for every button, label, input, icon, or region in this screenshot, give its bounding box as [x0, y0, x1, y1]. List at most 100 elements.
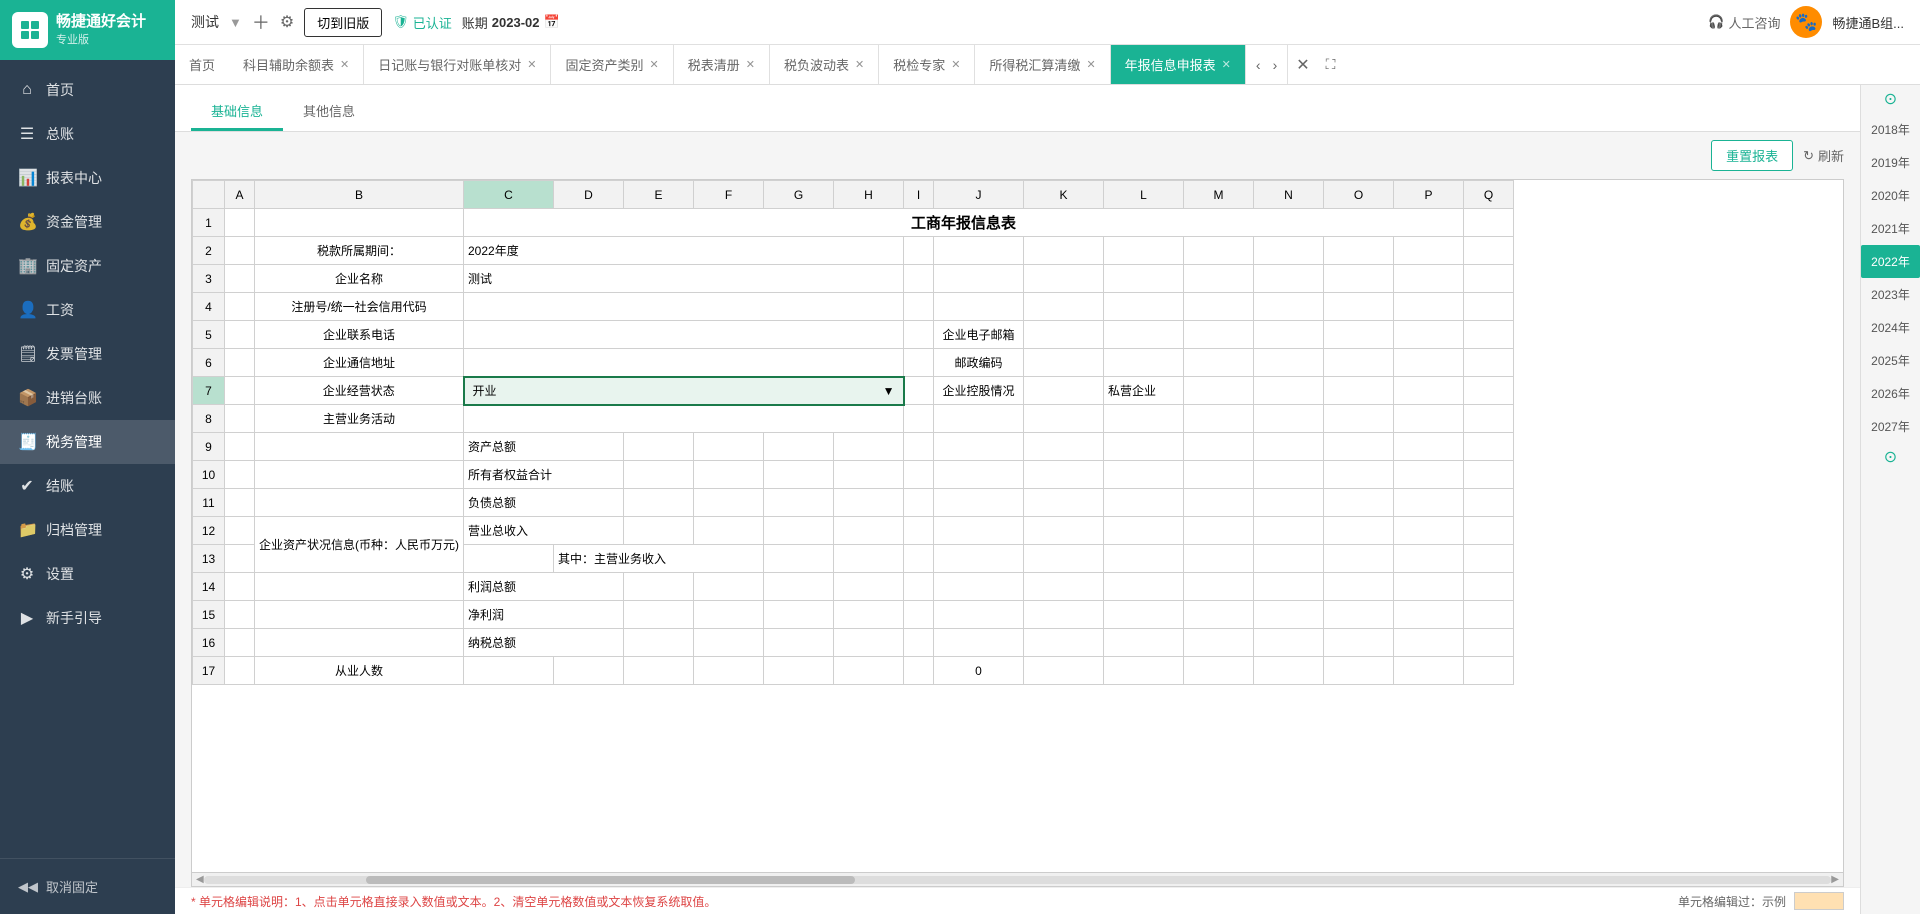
cell-9-N[interactable]: [1254, 433, 1324, 461]
cell-10-C[interactable]: 所有者权益合计: [464, 461, 624, 489]
year-scroll-up-btn[interactable]: ⊙: [1880, 85, 1901, 113]
col-header-L[interactable]: L: [1104, 181, 1184, 209]
cell-3-M[interactable]: [1184, 265, 1254, 293]
col-header-D[interactable]: D: [554, 181, 624, 209]
cell-10-B[interactable]: [255, 461, 464, 489]
cell-9-F[interactable]: [694, 433, 764, 461]
cell-8-B[interactable]: 主营业务活动: [255, 405, 464, 433]
cell-17-A[interactable]: [225, 657, 255, 685]
cell-11-H[interactable]: [834, 489, 904, 517]
cell-15-I[interactable]: [904, 601, 934, 629]
cell-1-B[interactable]: [255, 209, 464, 237]
topbar-settings-icon[interactable]: ⚙: [280, 12, 294, 32]
cell-5-N[interactable]: [1254, 321, 1324, 349]
cell-13-L[interactable]: [1104, 545, 1184, 573]
cell-14-L[interactable]: [1104, 573, 1184, 601]
col-header-O[interactable]: O: [1324, 181, 1394, 209]
cell-17-H[interactable]: [834, 657, 904, 685]
tab-prev-btn[interactable]: ‹: [1252, 55, 1265, 75]
cell-6-J[interactable]: 邮政编码: [934, 349, 1024, 377]
cell-10-K[interactable]: [1024, 461, 1104, 489]
cell-13-N[interactable]: [1254, 545, 1324, 573]
cell-15-A[interactable]: [225, 601, 255, 629]
tab-close-tax-table[interactable]: ✕: [746, 58, 755, 71]
year-btn-2026[interactable]: 2026年: [1861, 377, 1920, 410]
cell-15-O[interactable]: [1324, 601, 1394, 629]
cell-11-G[interactable]: [764, 489, 834, 517]
dropdown-arrow-icon[interactable]: ▼: [883, 384, 895, 398]
cell-15-F[interactable]: [694, 601, 764, 629]
cell-11-O[interactable]: [1324, 489, 1394, 517]
cell-4-J[interactable]: [934, 293, 1024, 321]
cell-16-P[interactable]: [1394, 629, 1464, 657]
cell-3-P[interactable]: [1394, 265, 1464, 293]
cell-5-O[interactable]: [1324, 321, 1394, 349]
cell-3-Q[interactable]: [1464, 265, 1514, 293]
cell-2-J[interactable]: [934, 237, 1024, 265]
cell-7-O[interactable]: [1324, 377, 1394, 405]
cell-2-A[interactable]: [225, 237, 255, 265]
cell-14-O[interactable]: [1324, 573, 1394, 601]
cell-10-J[interactable]: [934, 461, 1024, 489]
cell-3-I[interactable]: [904, 265, 934, 293]
cell-8-A[interactable]: [225, 405, 255, 433]
cell-13-G[interactable]: [764, 545, 834, 573]
cell-16-L[interactable]: [1104, 629, 1184, 657]
cell-10-A[interactable]: [225, 461, 255, 489]
cell-12-G[interactable]: [764, 517, 834, 545]
sheet-scroll-area[interactable]: A B C D E F G H I J: [192, 180, 1843, 872]
cell-6-K[interactable]: [1024, 349, 1104, 377]
cell-14-J[interactable]: [934, 573, 1024, 601]
tab-close-tax-wave[interactable]: ✕: [855, 58, 864, 71]
sidebar-item-invoice[interactable]: 🗒 发票管理: [0, 332, 175, 376]
cell-15-K[interactable]: [1024, 601, 1104, 629]
cell-8-L[interactable]: [1104, 405, 1184, 433]
cell-6-Q[interactable]: [1464, 349, 1514, 377]
cell-10-L[interactable]: [1104, 461, 1184, 489]
cell-17-F[interactable]: [694, 657, 764, 685]
cell-12-Q[interactable]: [1464, 517, 1514, 545]
cell-11-L[interactable]: [1104, 489, 1184, 517]
cell-7-C-dropdown[interactable]: 开业 ▼: [464, 377, 904, 405]
tab-close-aux[interactable]: ✕: [340, 58, 349, 71]
cell-14-A[interactable]: [225, 573, 255, 601]
cell-6-O[interactable]: [1324, 349, 1394, 377]
tab-annual[interactable]: 年报信息申报表 ✕: [1111, 45, 1246, 84]
cell-4-P[interactable]: [1394, 293, 1464, 321]
cell-16-E[interactable]: [624, 629, 694, 657]
cell-2-N[interactable]: [1254, 237, 1324, 265]
year-btn-2021[interactable]: 2021年: [1861, 212, 1920, 245]
cell-15-C[interactable]: 净利润: [464, 601, 624, 629]
cell-17-E[interactable]: [624, 657, 694, 685]
cell-7-P[interactable]: [1394, 377, 1464, 405]
cell-17-N[interactable]: [1254, 657, 1324, 685]
cell-12-P[interactable]: [1394, 517, 1464, 545]
col-header-Q[interactable]: Q: [1464, 181, 1514, 209]
tab-tax-check[interactable]: 税检专家 ✕: [879, 45, 975, 84]
sub-tab-other[interactable]: 其他信息: [283, 93, 375, 131]
cell-11-A[interactable]: [225, 489, 255, 517]
cell-10-I[interactable]: [904, 461, 934, 489]
cell-14-F[interactable]: [694, 573, 764, 601]
tab-expand-btn[interactable]: ⛶: [1318, 45, 1344, 84]
cell-2-B[interactable]: 税款所属期间：: [255, 237, 464, 265]
cell-17-P[interactable]: [1394, 657, 1464, 685]
cell-6-L[interactable]: [1104, 349, 1184, 377]
cell-6-A[interactable]: [225, 349, 255, 377]
col-header-P[interactable]: P: [1394, 181, 1464, 209]
cell-12-M[interactable]: [1184, 517, 1254, 545]
cell-8-J[interactable]: [934, 405, 1024, 433]
cell-7-Q[interactable]: [1464, 377, 1514, 405]
topbar-add-btn[interactable]: ＋: [252, 9, 270, 35]
cell-13-Q[interactable]: [1464, 545, 1514, 573]
sidebar-item-archive[interactable]: 📁 归档管理: [0, 508, 175, 552]
cell-8-Q[interactable]: [1464, 405, 1514, 433]
cell-15-N[interactable]: [1254, 601, 1324, 629]
cell-15-G[interactable]: [764, 601, 834, 629]
tab-tax-table[interactable]: 税表清册 ✕: [674, 45, 770, 84]
cell-7-A[interactable]: [225, 377, 255, 405]
topbar-service-btn[interactable]: 🎧 人工咨询: [1708, 13, 1780, 32]
cell-17-G[interactable]: [764, 657, 834, 685]
cell-12-C[interactable]: 营业总收入: [464, 517, 624, 545]
tab-close-asset-cat[interactable]: ✕: [650, 58, 659, 71]
